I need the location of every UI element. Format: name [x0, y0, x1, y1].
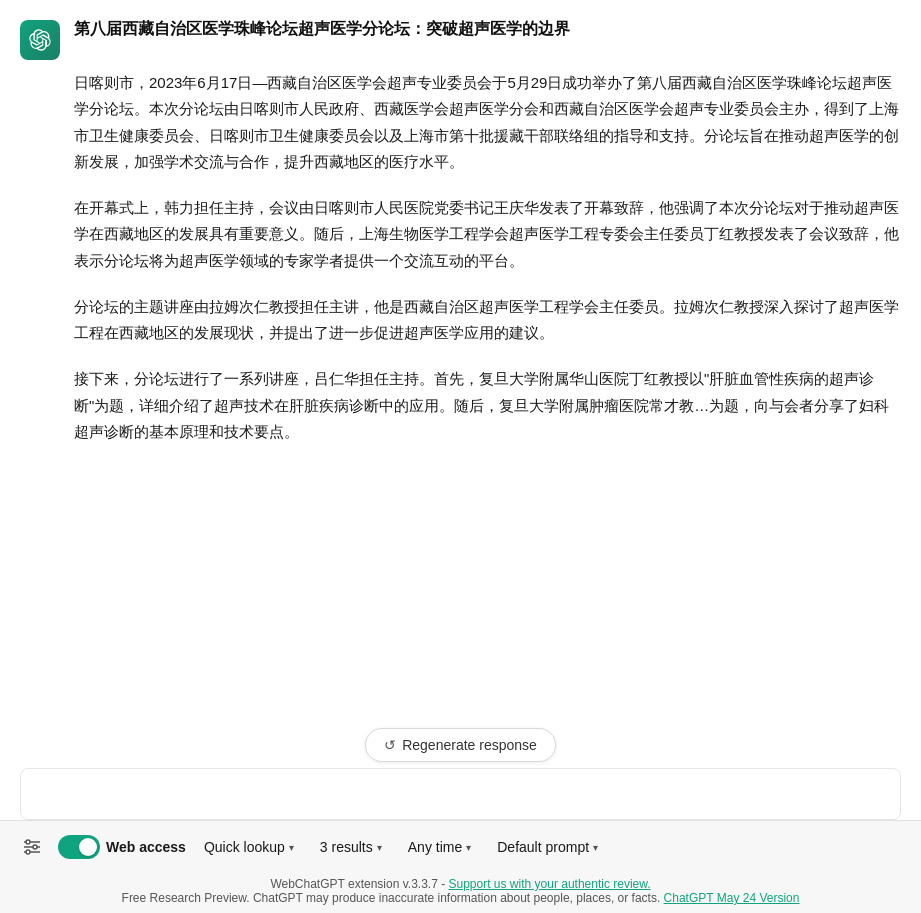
default-prompt-chevron: ▾ [593, 842, 598, 853]
toggle-thumb [79, 838, 97, 856]
results-chevron: ▾ [377, 842, 382, 853]
default-prompt-label: Default prompt [497, 839, 589, 855]
svg-point-5 [26, 850, 30, 854]
content-fade [0, 662, 921, 722]
regen-icon: ↺ [384, 737, 396, 753]
paragraph-2: 在开幕式上，韩力担任主持，会议由日喀则市人民医院党委书记王庆华发表了开幕致辞，他… [74, 195, 901, 274]
settings-icon [22, 837, 42, 857]
results-select[interactable]: 3 results ▾ [312, 835, 390, 859]
main-content: 日喀则市，2023年6月17日—西藏自治区医学会超声专业委员会于5月29日成功举… [0, 70, 921, 475]
footer-line-1: WebChatGPT extension v.3.3.7 - Support u… [0, 877, 921, 891]
web-access-toggle-group[interactable]: Web access [58, 835, 186, 859]
any-time-label: Any time [408, 839, 462, 855]
footer: WebChatGPT extension v.3.3.7 - Support u… [0, 873, 921, 913]
footer-line-2: Free Research Preview. ChatGPT may produ… [0, 891, 921, 905]
svg-point-4 [33, 845, 37, 849]
chat-input[interactable] [20, 768, 901, 820]
footer-version-link[interactable]: ChatGPT May 24 Version [664, 891, 800, 905]
any-time-chevron: ▾ [466, 842, 471, 853]
regen-label: Regenerate response [402, 737, 537, 753]
footer-disclaimer-text: Free Research Preview. ChatGPT may produ… [122, 891, 664, 905]
default-prompt-select[interactable]: Default prompt ▾ [489, 835, 606, 859]
quick-lookup-chevron: ▾ [289, 842, 294, 853]
content-area: 日喀则市，2023年6月17日—西藏自治区医学会超声专业委员会于5月29日成功举… [0, 70, 921, 722]
quick-lookup-label: Quick lookup [204, 839, 285, 855]
paragraph-4: 接下来，分论坛进行了一系列讲座，吕仁华担任主持。首先，复旦大学附属华山医院丁红教… [74, 366, 901, 445]
footer-review-link[interactable]: Support us with your authentic review. [448, 877, 650, 891]
paragraph-1: 日喀则市，2023年6月17日—西藏自治区医学会超声专业委员会于5月29日成功举… [74, 70, 901, 175]
paragraph-3: 分论坛的主题讲座由拉姆次仁教授担任主讲，他是西藏自治区超声医学工程学会主任委员。… [74, 294, 901, 347]
any-time-select[interactable]: Any time ▾ [400, 835, 479, 859]
settings-button[interactable] [16, 831, 48, 863]
results-label: 3 results [320, 839, 373, 855]
regenerate-button[interactable]: ↺ Regenerate response [365, 728, 556, 762]
page-title: 第八届西藏自治区医学珠峰论坛超声医学分论坛：突破超声医学的边界 [74, 18, 901, 40]
footer-extension-text: WebChatGPT extension v.3.3.7 - [270, 877, 448, 891]
regen-overlay: ↺ Regenerate response [0, 722, 921, 762]
svg-point-3 [26, 840, 30, 844]
quick-lookup-select[interactable]: Quick lookup ▾ [196, 835, 302, 859]
web-access-toggle[interactable] [58, 835, 100, 859]
bottom-toolbar: Web access Quick lookup ▾ 3 results ▾ An… [0, 820, 921, 873]
web-access-label: Web access [106, 839, 186, 855]
header: 第八届西藏自治区医学珠峰论坛超声医学分论坛：突破超声医学的边界 [0, 0, 921, 70]
chatgpt-logo [20, 20, 60, 60]
